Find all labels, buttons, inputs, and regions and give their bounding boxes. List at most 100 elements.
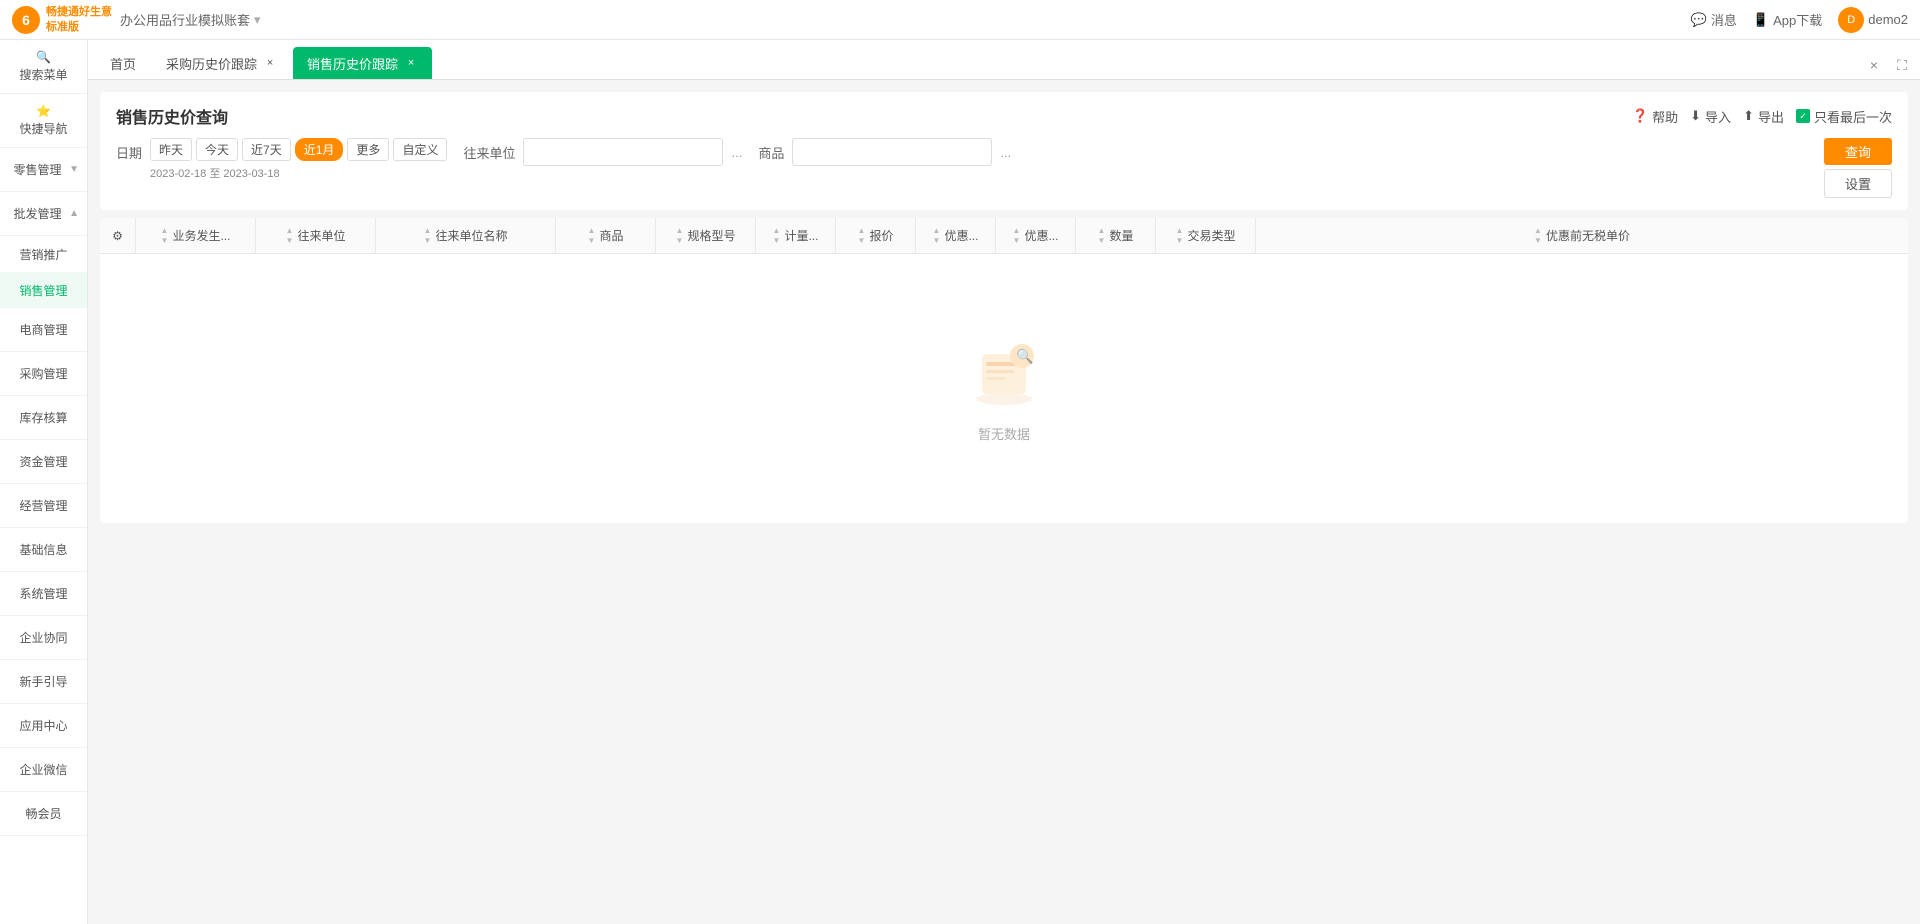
date-btn-custom[interactable]: 自定义	[393, 138, 447, 161]
date-btn-1month[interactable]: 近1月	[295, 138, 344, 161]
tab-close-icon[interactable]: ×	[263, 56, 277, 70]
partner-label: 往来单位	[463, 143, 515, 162]
query-button[interactable]: 查询	[1824, 138, 1892, 165]
chevron-up-icon: ▲	[69, 208, 79, 219]
th-partner[interactable]: ▲▼ 往来单位	[256, 218, 376, 253]
import-action[interactable]: ⬇ 导入	[1690, 107, 1731, 126]
settings-button[interactable]: 设置	[1824, 169, 1892, 198]
th-quote[interactable]: ▲▼ 报价	[836, 218, 916, 253]
goods-ellipsis: ...	[1000, 145, 1011, 160]
partner-input[interactable]	[523, 138, 723, 166]
th-discount2[interactable]: ▲▼ 优惠...	[996, 218, 1076, 253]
search-icon: 🔍	[36, 50, 51, 64]
table-empty: 🔍 暂无数据	[100, 254, 1908, 523]
tab-home[interactable]: 首页	[96, 47, 150, 79]
sidebar-item-finance[interactable]: 资金管理	[0, 440, 87, 484]
fullscreen-btn[interactable]: ⛶	[1892, 55, 1912, 75]
table-header: ⚙ ▲▼ 业务发生... ▲▼ 往来单位 ▲▼ 往来单位名称	[100, 218, 1908, 254]
sidebar-item-purchase[interactable]: 采购管理	[0, 352, 87, 396]
date-range-text: 2023-02-18 至 2023-03-18	[150, 165, 447, 181]
partner-filter-group: 往来单位 ...	[463, 138, 742, 166]
date-btn-row: 昨天 今天 近7天 近1月 更多 自定义	[150, 138, 447, 161]
th-discount1[interactable]: ▲▼ 优惠...	[916, 218, 996, 253]
chevron-down-icon: ▼	[69, 164, 79, 175]
sidebar-item-quick-nav[interactable]: ⭐ 快捷导航	[0, 94, 87, 148]
sort-icon: ▲▼	[1176, 226, 1184, 245]
only-last-checkbox[interactable]: ✓ 只看最后一次	[1796, 107, 1892, 126]
sort-icon: ▲▼	[286, 226, 294, 245]
content-area: 首页 采购历史价跟踪 × 销售历史价跟踪 × × ⛶ 销售历史价查询	[88, 40, 1920, 924]
sort-icon: ▲▼	[424, 226, 432, 245]
sidebar-item-wholesale[interactable]: 批发管理 ▲	[0, 192, 87, 236]
th-pre-tax[interactable]: ▲▼ 优惠前无税单价	[1256, 218, 1908, 253]
help-action[interactable]: ❓ 帮助	[1632, 107, 1678, 126]
sidebar-item-operations[interactable]: 经营管理	[0, 484, 87, 528]
goods-label: 商品	[758, 143, 784, 162]
page-content: 销售历史价查询 ❓ 帮助 ⬇ 导入 ⬆ 导出	[88, 80, 1920, 924]
sidebar-item-label: 零售管理	[8, 161, 67, 178]
user-action[interactable]: D demo2	[1838, 7, 1908, 33]
tab-label: 采购历史价跟踪	[166, 54, 257, 73]
close-tab-btn[interactable]: ×	[1864, 55, 1884, 75]
th-biz-date[interactable]: ▲▼ 业务发生...	[136, 218, 256, 253]
date-btn-yesterday[interactable]: 昨天	[150, 138, 192, 161]
logo-text: 畅捷通好生意 标准版	[46, 5, 112, 34]
export-icon: ⬆	[1743, 108, 1754, 124]
sidebar-item-retail[interactable]: 零售管理 ▼	[0, 148, 87, 192]
th-settings[interactable]: ⚙	[100, 218, 136, 253]
goods-input[interactable]	[792, 138, 992, 166]
export-action[interactable]: ⬆ 导出	[1743, 107, 1784, 126]
sidebar-item-label: 资金管理	[19, 453, 67, 470]
sidebar-item-guide[interactable]: 新手引导	[0, 660, 87, 704]
sidebar-item-sales[interactable]: 销售管理	[0, 272, 87, 308]
sort-icon: ▲▼	[676, 226, 684, 245]
th-unit[interactable]: ▲▼ 计量...	[756, 218, 836, 253]
th-partner-name[interactable]: ▲▼ 往来单位名称	[376, 218, 556, 253]
header-right: 💬 消息 📱 App下载 D demo2	[1691, 7, 1908, 33]
sidebar-item-ecommerce[interactable]: 电商管理	[0, 308, 87, 352]
top-header: 6 畅捷通好生意 标准版 办公用品行业模拟账套 ▾ 💬 消息 📱 App下载 D…	[0, 0, 1920, 40]
page-title-row: 销售历史价查询 ❓ 帮助 ⬇ 导入 ⬆ 导出	[116, 104, 1892, 128]
date-btn-today[interactable]: 今天	[196, 138, 238, 161]
sidebar-item-label: 营销推广	[19, 246, 67, 263]
sort-icon: ▲▼	[588, 226, 596, 245]
header-dropdown-icon[interactable]: ▾	[254, 12, 261, 28]
sidebar-item-inventory[interactable]: 库存核算	[0, 396, 87, 440]
th-spec[interactable]: ▲▼ 规格型号	[656, 218, 756, 253]
sidebar-item-basic-info[interactable]: 基础信息	[0, 528, 87, 572]
date-label: 日期	[116, 138, 142, 162]
sidebar-item-app-center[interactable]: 应用中心	[0, 704, 87, 748]
sidebar-item-label: 应用中心	[19, 717, 67, 734]
svg-text:🔍: 🔍	[1016, 347, 1033, 365]
app-download-action[interactable]: 📱 App下载	[1753, 10, 1822, 29]
table-panel: ⚙ ▲▼ 业务发生... ▲▼ 往来单位 ▲▼ 往来单位名称	[100, 218, 1908, 523]
sidebar-item-member[interactable]: 畅会员	[0, 792, 87, 836]
goods-filter-group: 商品 ...	[758, 138, 1011, 166]
date-btn-more[interactable]: 更多	[347, 138, 389, 161]
message-action[interactable]: 💬 消息	[1691, 10, 1737, 29]
th-quantity[interactable]: ▲▼ 数量	[1076, 218, 1156, 253]
th-goods[interactable]: ▲▼ 商品	[556, 218, 656, 253]
sidebar-item-system[interactable]: 系统管理	[0, 572, 87, 616]
sort-icon: ▲▼	[1013, 226, 1021, 245]
header-left: 6 畅捷通好生意 标准版 办公用品行业模拟账套 ▾	[12, 5, 261, 34]
sort-icon: ▲▼	[933, 226, 941, 245]
sidebar-item-enterprise-wechat[interactable]: 企业微信	[0, 748, 87, 792]
sidebar-item-marketing[interactable]: 营销推广	[0, 236, 87, 272]
page-actions: ❓ 帮助 ⬇ 导入 ⬆ 导出 ✓ 只看最后一次	[1632, 107, 1892, 126]
sidebar-item-label: 电商管理	[19, 321, 67, 338]
tab-sales-history[interactable]: 销售历史价跟踪 ×	[293, 47, 432, 79]
sidebar-item-label: 企业协同	[19, 629, 67, 646]
gear-icon: ⚙	[112, 229, 123, 243]
date-btn-7days[interactable]: 近7天	[242, 138, 291, 161]
logo-char: 6	[22, 12, 30, 28]
tab-close-icon[interactable]: ×	[404, 56, 418, 70]
th-trade-type[interactable]: ▲▼ 交易类型	[1156, 218, 1256, 253]
download-icon: 📱	[1753, 12, 1769, 28]
sidebar-item-enterprise-collab[interactable]: 企业协同	[0, 616, 87, 660]
logo-icon: 6	[12, 6, 40, 34]
tab-purchase-history[interactable]: 采购历史价跟踪 ×	[152, 47, 291, 79]
sort-icon: ▲▼	[161, 226, 169, 245]
sidebar-item-search[interactable]: 🔍 搜索菜单	[0, 40, 87, 94]
tab-bar: 首页 采购历史价跟踪 × 销售历史价跟踪 × × ⛶	[88, 40, 1920, 80]
